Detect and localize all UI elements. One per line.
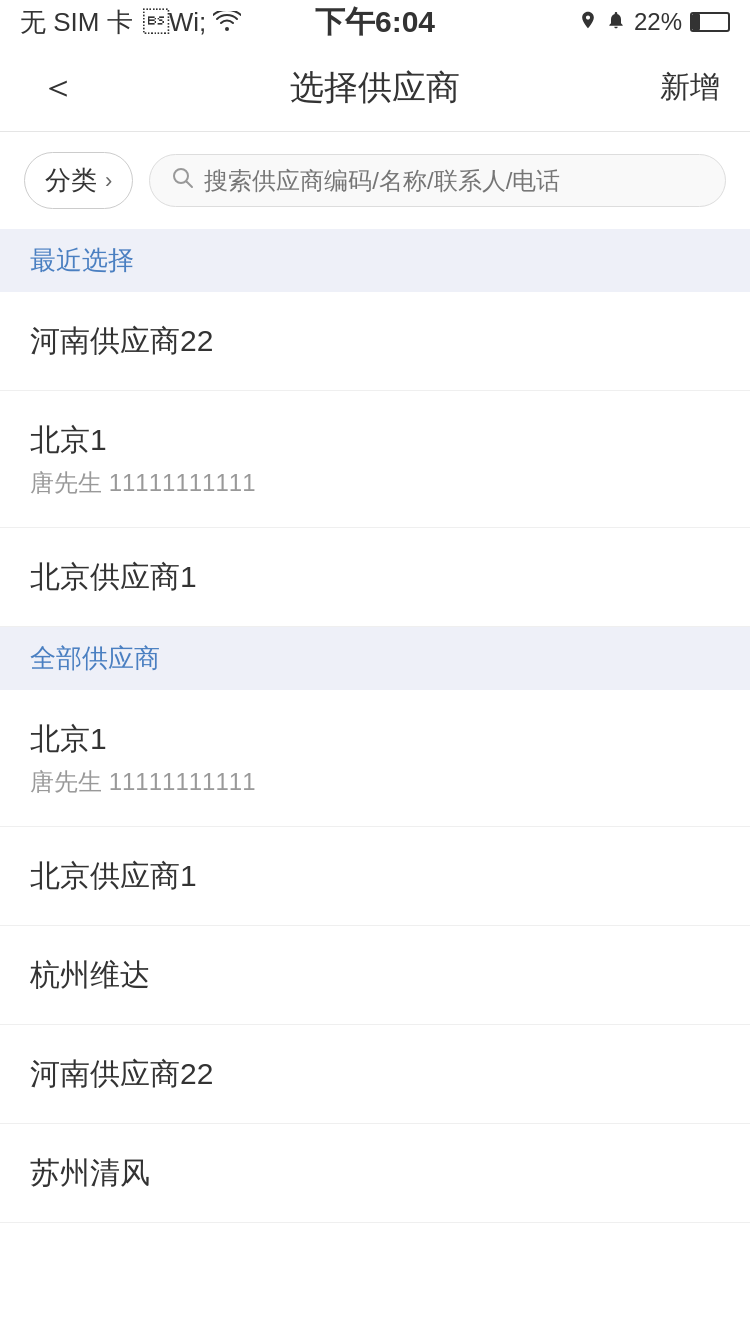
- all-section-header: 全部供应商: [0, 627, 750, 690]
- recent-section-label: 最近选择: [30, 245, 134, 275]
- list-item[interactable]: 河南供应商22: [0, 292, 750, 391]
- list-item[interactable]: 北京1 唐先生 11111111111: [0, 690, 750, 827]
- status-right: 22%: [578, 8, 730, 36]
- battery-text: 22%: [634, 8, 682, 36]
- category-label: 分类: [45, 163, 97, 198]
- list-item[interactable]: 苏州清风: [0, 1124, 750, 1223]
- battery-icon: [690, 12, 730, 32]
- recent-section-header: 最近选择: [0, 229, 750, 292]
- status-left: 无 SIM 卡 Wi;: [20, 5, 241, 40]
- item-name: 河南供应商22: [30, 1053, 720, 1095]
- location-icon: [578, 8, 598, 36]
- sim-text: 无 SIM 卡: [20, 5, 133, 40]
- item-sub: 唐先生 11111111111: [30, 467, 720, 499]
- nav-bar: ＜ 选择供应商 新增: [0, 44, 750, 132]
- search-input[interactable]: [204, 167, 705, 195]
- category-filter[interactable]: 分类 ›: [24, 152, 133, 209]
- wifi-icon: Wi;: [143, 7, 242, 38]
- list-item[interactable]: 杭州维达: [0, 926, 750, 1025]
- back-button[interactable]: ＜: [30, 53, 86, 122]
- item-name: 北京1: [30, 419, 720, 461]
- item-name: 北京1: [30, 718, 720, 760]
- item-sub: 唐先生 11111111111: [30, 766, 720, 798]
- list-item[interactable]: 北京供应商1: [0, 827, 750, 926]
- item-name: 河南供应商22: [30, 320, 720, 362]
- status-time: 下午6:04: [315, 2, 435, 43]
- item-name: 北京供应商1: [30, 855, 720, 897]
- filter-bar: 分类 ›: [0, 132, 750, 229]
- svg-line-1: [187, 182, 193, 188]
- list-item[interactable]: 北京供应商1: [0, 528, 750, 627]
- list-item[interactable]: 河南供应商22: [0, 1025, 750, 1124]
- item-name: 北京供应商1: [30, 556, 720, 598]
- item-name: 杭州维达: [30, 954, 720, 996]
- page-title: 选择供应商: [290, 65, 460, 111]
- alarm-icon: [606, 8, 626, 36]
- list-item[interactable]: 北京1 唐先生 11111111111: [0, 391, 750, 528]
- search-box[interactable]: [149, 154, 726, 207]
- all-section-label: 全部供应商: [30, 643, 160, 673]
- recent-list: 河南供应商22 北京1 唐先生 11111111111 北京供应商1: [0, 292, 750, 627]
- status-bar: 无 SIM 卡 Wi; 下午6:04 22%: [0, 0, 750, 44]
- chevron-right-icon: ›: [105, 168, 112, 194]
- add-button[interactable]: 新增: [660, 67, 720, 108]
- search-icon: [170, 165, 194, 196]
- item-name: 苏州清风: [30, 1152, 720, 1194]
- all-list: 北京1 唐先生 11111111111 北京供应商1 杭州维达河南供应商22 苏州清风: [0, 690, 750, 1223]
